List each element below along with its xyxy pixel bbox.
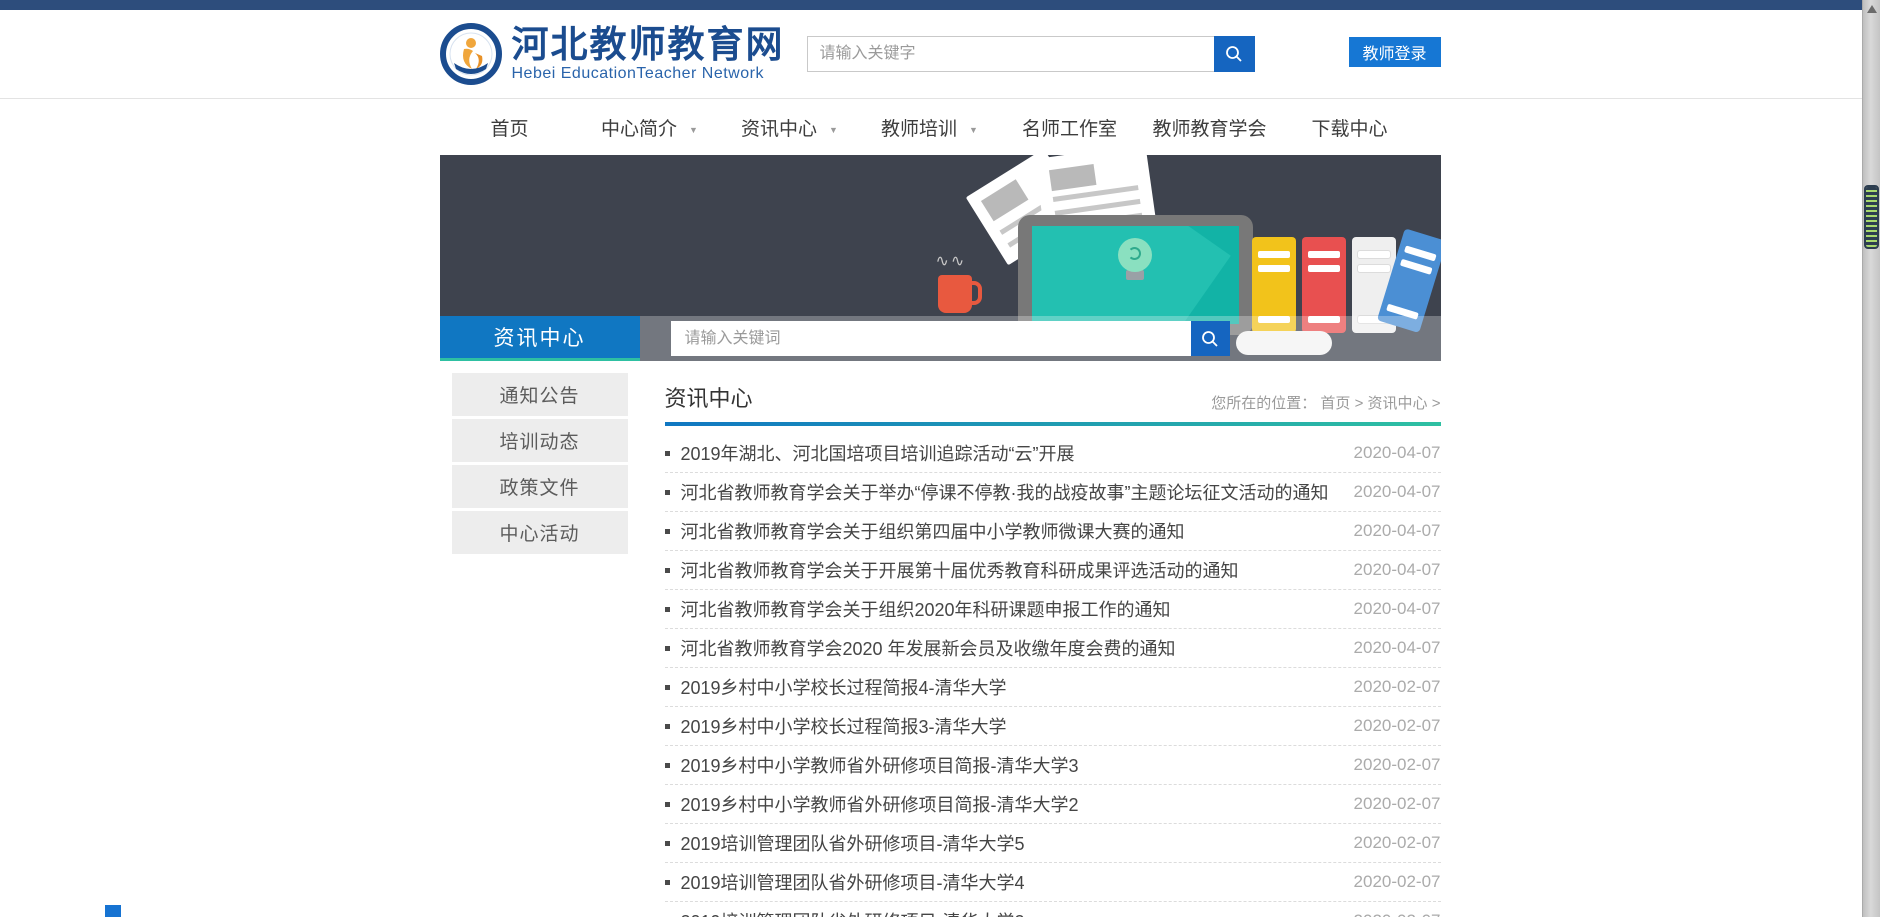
page-title: 资讯中心: [665, 381, 753, 413]
nav-item-center-intro[interactable]: 中心简介▼: [580, 114, 720, 141]
bullet-icon: [665, 451, 670, 456]
news-row[interactable]: 2019年湖北、河北国培项目培训追踪活动“云”开展2020-04-07: [665, 434, 1441, 473]
nav-item-teacher-training[interactable]: 教师培训▼: [860, 114, 1000, 141]
site-title: 河北教师教育网: [512, 25, 785, 65]
news-row[interactable]: 2019乡村中小学教师省外研修项目简报-清华大学32020-02-07: [665, 746, 1441, 785]
bullet-icon: [665, 529, 670, 534]
chevron-down-icon: ▼: [689, 125, 698, 135]
hero-banner: ∿∿ 资讯中心: [440, 155, 1441, 361]
news-row[interactable]: 2019乡村中小学校长过程简报4-清华大学2020-02-07: [665, 668, 1441, 707]
search-icon: [1224, 44, 1244, 64]
nav-item-news-center[interactable]: 资讯中心▼: [720, 114, 860, 141]
news-row[interactable]: 河北省教师教育学会关于开展第十届优秀教育科研成果评选活动的通知2020-04-0…: [665, 551, 1441, 590]
header-search-button[interactable]: [1214, 36, 1255, 72]
bullet-icon: [665, 880, 670, 885]
news-row[interactable]: 2019培训管理团队省外研修项目-清华大学52020-02-07: [665, 824, 1441, 863]
nav-item-master-studio[interactable]: 名师工作室: [1000, 114, 1140, 141]
site-logo[interactable]: 河北教师教育网 Hebei EducationTeacher Network: [440, 23, 785, 85]
news-list: 2019年湖北、河北国培项目培训追踪活动“云”开展2020-04-07 河北省教…: [665, 426, 1441, 917]
bullet-icon: [665, 646, 670, 651]
top-accent-bar: [0, 0, 1880, 10]
bullet-icon: [665, 490, 670, 495]
lightbulb-icon: [1118, 238, 1152, 280]
news-row[interactable]: 2019培训管理团队省外研修项目-清华大学42020-02-07: [665, 863, 1441, 902]
breadcrumb: 您所在的位置： 首页 > 资讯中心 >: [1211, 392, 1440, 413]
nav-item-download-center[interactable]: 下载中心: [1280, 114, 1420, 141]
site-header: 河北教师教育网 Hebei EducationTeacher Network 教…: [440, 10, 1441, 98]
sidebar-item-center-activities[interactable]: 中心活动: [452, 511, 628, 554]
sidebar-item-policy-documents[interactable]: 政策文件: [452, 465, 628, 508]
logo-emblem-icon: [440, 23, 502, 85]
nav-item-home[interactable]: 首页: [440, 114, 580, 141]
bullet-icon: [665, 724, 670, 729]
breadcrumb-prefix: 您所在的位置：: [1211, 395, 1316, 412]
news-row[interactable]: 河北省教师教育学会2020 年发展新会员及收缴年度会费的通知2020-04-07: [665, 629, 1441, 668]
coffee-cup-illustration: [938, 275, 972, 313]
search-icon: [1200, 329, 1220, 349]
sidebar-item-notices[interactable]: 通知公告: [452, 373, 628, 416]
bottom-left-artifact: [105, 905, 121, 917]
news-row[interactable]: 2019培训管理团队省外研修项目-清华大学22020-02-07: [665, 902, 1441, 917]
teacher-login-button[interactable]: 教师登录: [1349, 37, 1441, 67]
sidebar-menu: 通知公告 培训动态 政策文件 中心活动: [440, 361, 640, 917]
header-search-input[interactable]: [807, 36, 1214, 72]
bullet-icon: [665, 685, 670, 690]
chevron-down-icon: ▼: [829, 125, 838, 135]
banner-search: [671, 321, 1230, 356]
sidebar-section-title: 资讯中心: [440, 316, 640, 361]
banner-search-input[interactable]: [671, 321, 1191, 356]
header-search: [807, 36, 1255, 72]
news-row[interactable]: 河北省教师教育学会关于举办“停课不停教·我的战疫故事”主题论坛征文活动的通知20…: [665, 473, 1441, 512]
scrollbar-thumb[interactable]: [1864, 185, 1879, 249]
bullet-icon: [665, 841, 670, 846]
scrollbar-up-arrow-icon[interactable]: [1867, 5, 1877, 13]
bullet-icon: [665, 568, 670, 573]
nav-item-education-society[interactable]: 教师教育学会: [1140, 114, 1280, 141]
site-subtitle: Hebei EducationTeacher Network: [512, 65, 785, 83]
main-nav: 首页 中心简介▼ 资讯中心▼ 教师培训▼ 名师工作室 教师教育学会 下载中心: [440, 99, 1441, 155]
news-row[interactable]: 2019乡村中小学教师省外研修项目简报-清华大学22020-02-07: [665, 785, 1441, 824]
breadcrumb-current-link[interactable]: 资讯中心: [1368, 395, 1428, 412]
page-scrollbar[interactable]: [1862, 0, 1880, 917]
news-row[interactable]: 河北省教师教育学会关于组织2020年科研课题申报工作的通知2020-04-07: [665, 590, 1441, 629]
chevron-down-icon: ▼: [969, 125, 978, 135]
banner-search-button[interactable]: [1191, 321, 1230, 356]
main-nav-bar: 首页 中心简介▼ 资讯中心▼ 教师培训▼ 名师工作室 教师教育学会 下载中心: [0, 98, 1880, 155]
steam-illustration: ∿∿: [936, 251, 967, 271]
news-row[interactable]: 2019乡村中小学校长过程简报3-清华大学2020-02-07: [665, 707, 1441, 746]
breadcrumb-separator: >: [1432, 395, 1441, 412]
sidebar-item-training-news[interactable]: 培训动态: [452, 419, 628, 462]
bullet-icon: [665, 607, 670, 612]
bullet-icon: [665, 763, 670, 768]
breadcrumb-separator: >: [1355, 395, 1364, 412]
news-row[interactable]: 河北省教师教育学会关于组织第四届中小学教师微课大赛的通知2020-04-07: [665, 512, 1441, 551]
main-content: 资讯中心 您所在的位置： 首页 > 资讯中心 > 2019年湖北、河北国培项目培…: [665, 361, 1441, 917]
breadcrumb-home-link[interactable]: 首页: [1320, 395, 1350, 412]
bullet-icon: [665, 802, 670, 807]
